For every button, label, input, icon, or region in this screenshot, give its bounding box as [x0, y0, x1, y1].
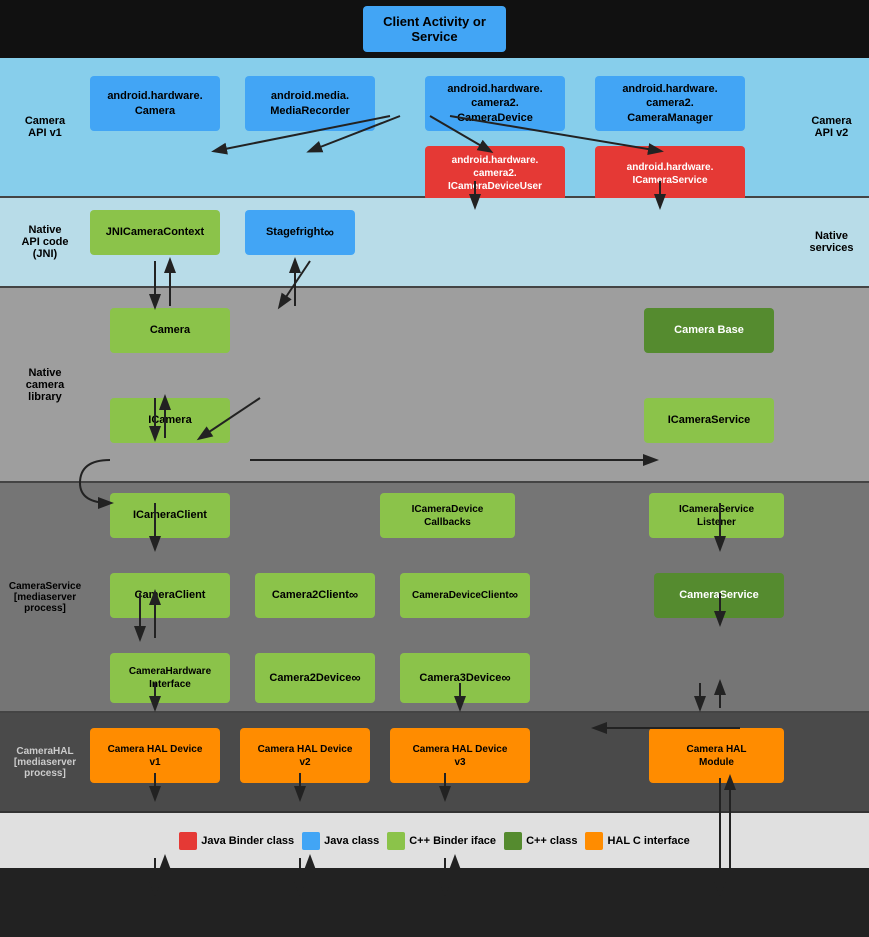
box-camera-hal-module: Camera HALModule: [649, 728, 784, 783]
legend-color-cpp-binder: [387, 832, 405, 850]
legend-java-binder: Java Binder class: [179, 832, 294, 850]
box-camera-hal-v2: Camera HAL Devicev2: [240, 728, 370, 783]
box-camera2-manager: android.hardware.camera2.CameraManager: [595, 76, 745, 131]
legend-color-hal: [585, 832, 603, 850]
native-cam-label: Nativecameralibrary: [0, 288, 90, 481]
api-v2-label: CameraAPI v2: [794, 58, 869, 196]
api-section: CameraAPI v1 android.hardware.Camera and…: [0, 58, 869, 198]
legend-color-cpp-class: [504, 832, 522, 850]
top-bar: android.hardware. Camera Client Activity…: [0, 0, 869, 58]
box-camera2-device: Camera2Device∞: [255, 653, 375, 703]
legend-cpp-binder: C++ Binder iface: [387, 832, 496, 850]
box-icamera-client: ICameraClient: [110, 493, 230, 538]
camera-hal-section: CameraHAL[mediaserverprocess] Camera HAL…: [0, 713, 869, 813]
box-camera-hw-interface: CameraHardwareInterface: [110, 653, 230, 703]
box-jni-context: JNICameraContext: [90, 210, 220, 255]
box-camera3-device: Camera3Device∞: [400, 653, 530, 703]
native-api-label: NativeAPI code(JNI): [0, 198, 90, 286]
box-icamera-device-user: android.hardware.camera2.ICameraDeviceUs…: [425, 146, 565, 201]
native-api-center: JNICameraContext Stagefright∞: [90, 198, 794, 286]
camera-hal-label: CameraHAL[mediaserverprocess]: [0, 713, 90, 811]
box-camera2-device: android.hardware.camera2.CameraDevice: [425, 76, 565, 131]
main-diagram: CameraAPI v1 android.hardware.Camera and…: [0, 58, 869, 813]
box-camera-client: CameraClient: [110, 573, 230, 618]
legend-java-class: Java class: [302, 832, 379, 850]
client-activity-box: android.hardware. Camera Client Activity…: [363, 6, 506, 52]
native-cam-center: Camera ICamera Camera Base ICameraServic…: [90, 288, 794, 481]
camera-hal-center: Camera HAL Devicev1 Camera HAL Devicev2 …: [90, 713, 794, 811]
box-media-recorder: android.media.MediaRecorder: [245, 76, 375, 131]
box-camera-service: CameraService: [654, 573, 784, 618]
camera-service-center: ICameraClient ICameraDeviceCallbacks ICa…: [90, 483, 794, 711]
box-camera-base: Camera Base: [644, 308, 774, 353]
api-v1-label: CameraAPI v1: [0, 58, 90, 196]
box-camera-hal-v1: Camera HAL Devicev1: [90, 728, 220, 783]
diagram-container: android.hardware. Camera Client Activity…: [0, 0, 869, 868]
box-camera-device-client: CameraDeviceClient∞: [400, 573, 530, 618]
box-icamera-device-callbacks: ICameraDeviceCallbacks: [380, 493, 515, 538]
native-api-section: NativeAPI code(JNI) JNICameraContext Sta…: [0, 198, 869, 288]
box-icamera-service-listener: ICameraServiceListener: [649, 493, 784, 538]
legend-color-java-binder: [179, 832, 197, 850]
camera-service-section: CameraService[mediaserverprocess] ICamer…: [0, 483, 869, 713]
box-icamera-service-cpp: ICameraService: [644, 398, 774, 443]
legend-cpp-class: C++ class: [504, 832, 577, 850]
box-stagefright: Stagefright∞: [245, 210, 355, 255]
native-services-label: Nativeservices: [794, 198, 869, 286]
box-camera2-client: Camera2Client∞: [255, 573, 375, 618]
box-icamera: ICamera: [110, 398, 230, 443]
box-camera: Camera: [110, 308, 230, 353]
native-cam-section: Nativecameralibrary Camera ICamera Camer…: [0, 288, 869, 483]
api-center: android.hardware.Camera android.media.Me…: [90, 58, 794, 196]
camera-service-label: CameraService[mediaserverprocess]: [0, 483, 90, 711]
box-android-hw-camera: android.hardware.Camera: [90, 76, 220, 131]
box-camera-hal-v3: Camera HAL Devicev3: [390, 728, 530, 783]
box-icamera-service-java: android.hardware.ICameraService: [595, 146, 745, 201]
legend-color-java-class: [302, 832, 320, 850]
legend-row: Java Binder class Java class C++ Binder …: [0, 813, 869, 868]
legend-hal-interface: HAL C interface: [585, 832, 689, 850]
